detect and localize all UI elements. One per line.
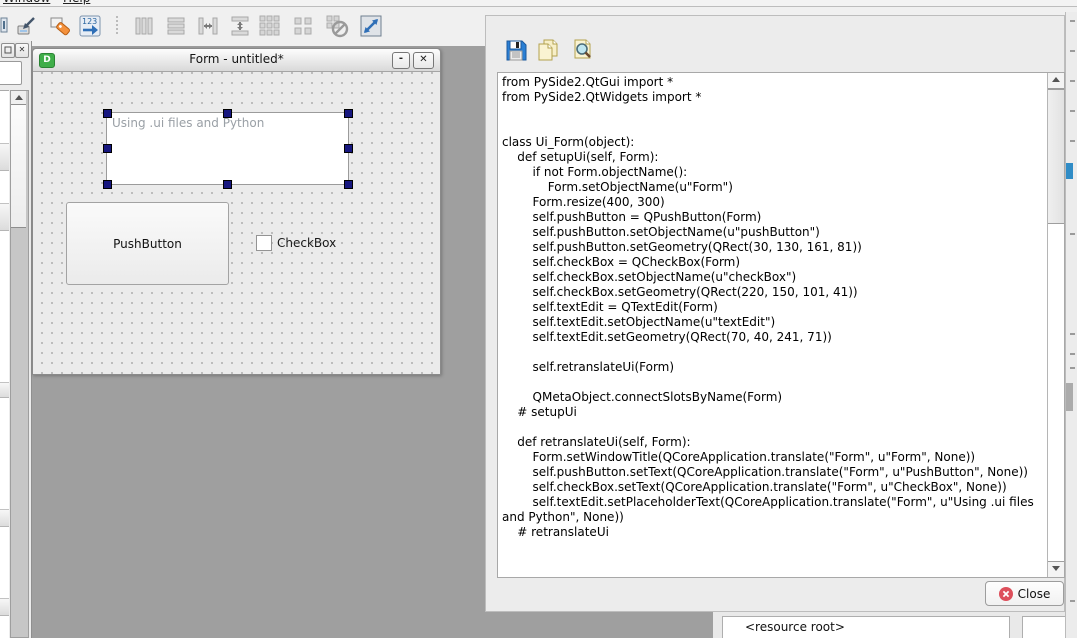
pushbutton-label: PushButton bbox=[113, 237, 182, 251]
selection-handle-e[interactable] bbox=[344, 144, 353, 153]
code-preview-dialog: from PySide2.QtGui import * from PySide2… bbox=[485, 15, 1065, 612]
scroll-up-icon[interactable] bbox=[1048, 73, 1064, 89]
textedit-widget[interactable]: Using .ui files and Python bbox=[106, 112, 349, 185]
selection-handle-n[interactable] bbox=[223, 109, 232, 118]
pushbutton-widget[interactable]: PushButton bbox=[66, 202, 229, 285]
break-layout-icon bbox=[323, 12, 351, 40]
widget-box-scrollbar[interactable] bbox=[10, 90, 29, 638]
form-canvas[interactable]: Using .ui files and Python PushButton Ch… bbox=[33, 72, 440, 374]
widget-category-header[interactable] bbox=[0, 598, 9, 616]
checkbox-indicator[interactable] bbox=[256, 235, 272, 251]
form-close-button[interactable]: ✕ bbox=[413, 52, 434, 69]
generated-python-code[interactable]: from PySide2.QtGui import * from PySide2… bbox=[498, 73, 1048, 542]
scrollbar-thumb[interactable] bbox=[11, 105, 26, 228]
widget-filter-input[interactable] bbox=[0, 61, 22, 85]
scroll-up-icon[interactable] bbox=[11, 91, 26, 105]
checkbox-widget[interactable]: CheckBox bbox=[256, 222, 357, 263]
lay-out-horizontal-splitter-icon bbox=[194, 12, 222, 40]
edit-tab-order-icon[interactable]: 123 bbox=[76, 12, 104, 40]
selection-handle-w[interactable] bbox=[103, 144, 112, 153]
edit-widgets-icon[interactable] bbox=[0, 12, 12, 40]
menu-help[interactable]: Help bbox=[63, 0, 90, 5]
resource-browser-dock: <resource root> bbox=[713, 612, 1077, 638]
designer-form-window: D Form - untitled* - ✕ Using .ui files a… bbox=[32, 48, 441, 375]
svg-text:123: 123 bbox=[82, 17, 97, 26]
copy-icon[interactable] bbox=[535, 36, 562, 63]
form-window-title: Form - untitled* bbox=[33, 52, 440, 66]
widget-category-header[interactable] bbox=[0, 143, 9, 171]
toolbar-separator bbox=[116, 16, 118, 36]
adjust-size-icon[interactable] bbox=[357, 12, 385, 40]
edit-buddies-icon[interactable] bbox=[46, 12, 74, 40]
form-titlebar[interactable]: D Form - untitled* - ✕ bbox=[33, 49, 440, 72]
widget-category-header[interactable] bbox=[0, 203, 9, 231]
scrollbar-sliver[interactable] bbox=[1066, 383, 1073, 411]
lay-out-horizontally-icon bbox=[130, 12, 158, 40]
lay-out-vertical-splitter-icon bbox=[226, 12, 254, 40]
selection-handle-se[interactable] bbox=[344, 180, 353, 189]
close-button-label: Close bbox=[1018, 587, 1051, 601]
menu-window[interactable]: Window bbox=[3, 0, 50, 5]
selection-handle-sw[interactable] bbox=[103, 180, 112, 189]
code-view[interactable]: from PySide2.QtGui import * from PySide2… bbox=[497, 72, 1065, 578]
selected-row-marker bbox=[1066, 163, 1073, 179]
edit-signals-slots-icon[interactable] bbox=[12, 12, 40, 40]
lay-out-vertically-icon bbox=[162, 12, 190, 40]
code-scrollbar[interactable] bbox=[1047, 73, 1064, 577]
selection-handle-nw[interactable] bbox=[103, 109, 112, 118]
lay-out-in-grid-icon bbox=[256, 12, 284, 40]
find-icon[interactable] bbox=[569, 36, 596, 63]
scroll-down-icon[interactable] bbox=[1048, 561, 1064, 577]
resource-root-item[interactable]: <resource root> bbox=[722, 616, 1010, 638]
widget-category-header[interactable] bbox=[0, 382, 9, 398]
widget-category-header[interactable] bbox=[0, 509, 9, 527]
form-minimize-button[interactable]: - bbox=[392, 52, 410, 69]
widget-box-dock: ✕ bbox=[0, 41, 32, 638]
dock-float-icon[interactable] bbox=[1, 43, 15, 58]
save-icon[interactable] bbox=[502, 36, 529, 63]
qt-designer-screen: Window Help 123 bbox=[0, 0, 1077, 638]
close-button[interactable]: Close bbox=[985, 581, 1064, 606]
scrollbar-thumb[interactable] bbox=[1048, 89, 1064, 224]
selection-handle-s[interactable] bbox=[223, 180, 232, 189]
menu-bar: Window Help bbox=[0, 0, 1077, 7]
checkbox-label: CheckBox bbox=[277, 236, 336, 250]
selection-handle-ne[interactable] bbox=[344, 109, 353, 118]
widget-box-list[interactable] bbox=[0, 90, 9, 638]
property-editor-sliver bbox=[1065, 12, 1077, 638]
close-circle-icon bbox=[999, 587, 1013, 601]
dock-close-icon[interactable]: ✕ bbox=[15, 43, 29, 58]
lay-out-in-form-layout-icon bbox=[289, 12, 317, 40]
